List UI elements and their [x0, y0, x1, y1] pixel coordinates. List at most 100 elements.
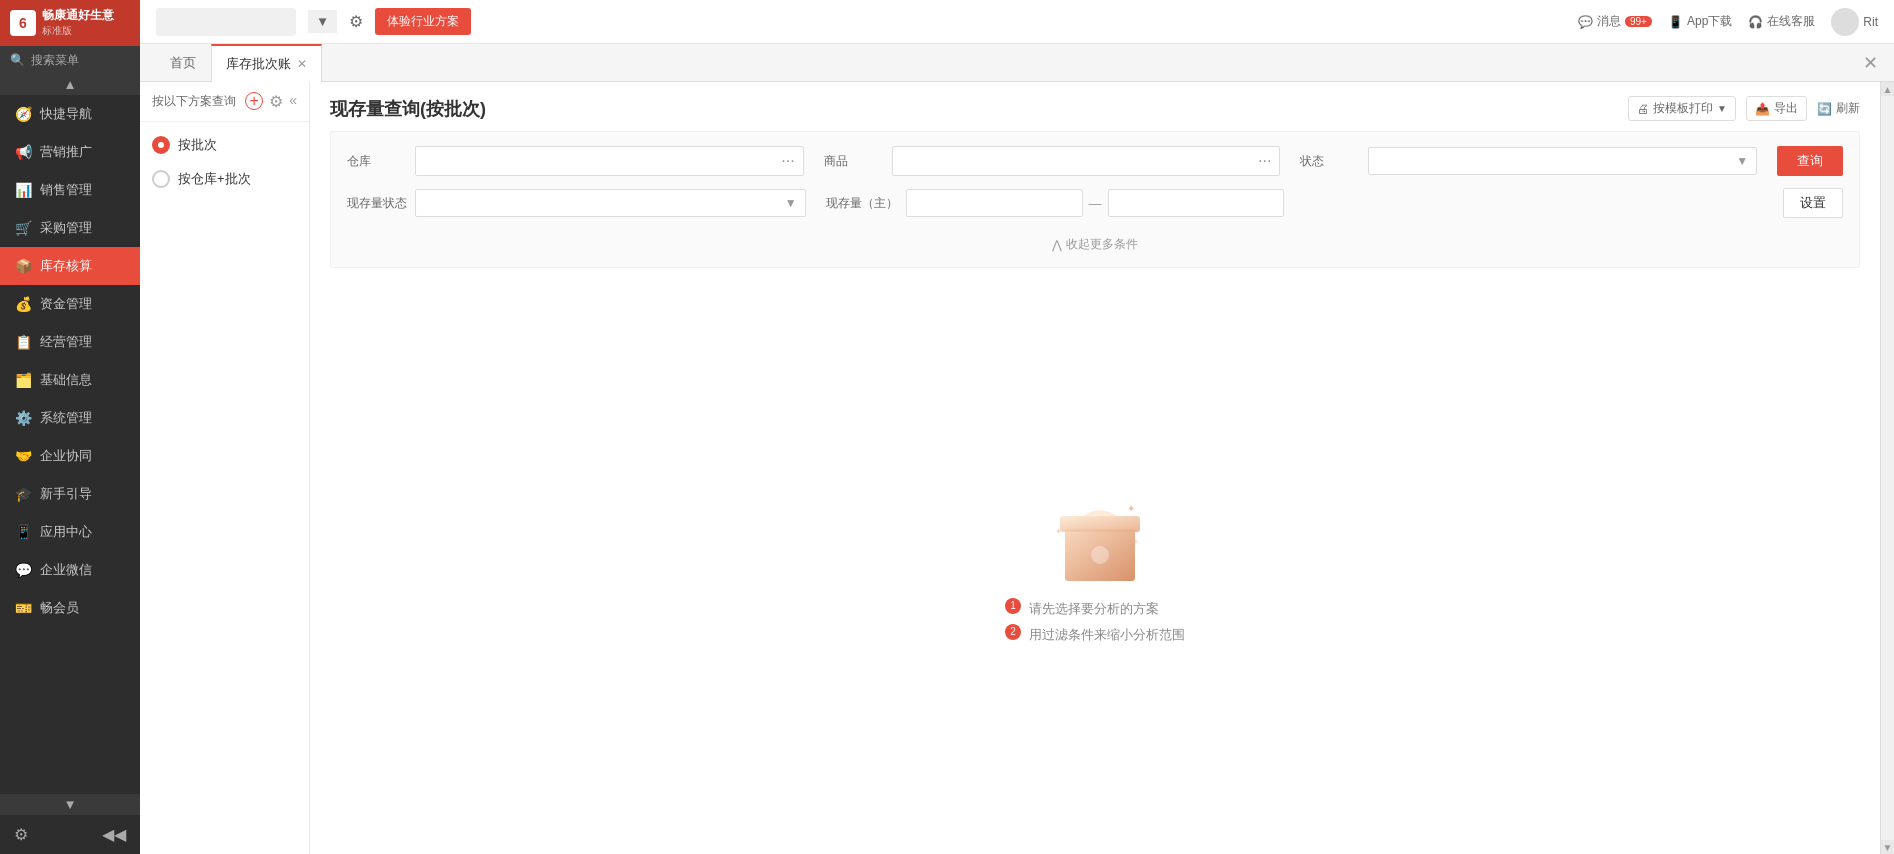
filter-area: 仓库 ··· 商品 ··· 状态: [330, 131, 1860, 268]
status-label: 状态: [1300, 153, 1360, 170]
marketing-icon: 📢: [14, 143, 32, 161]
hint-item-2: 2 用过滤条件来缩小分析范围: [1005, 622, 1185, 648]
collapse-sidebar-btn[interactable]: ◀◀: [102, 825, 126, 844]
tab-batch-ledger-label: 库存批次账: [226, 55, 291, 73]
sidebar-nav: 🧭 快捷导航 📢 营销推广 📊 销售管理 🛒 采购管理 📦 库存核算 💰 资金管…: [0, 95, 140, 794]
content-area: 现存量查询(按批次) 🖨 按模板打印 ▼ 📤 导出 🔄 刷新: [310, 82, 1880, 854]
sidebar-item-label: 基础信息: [40, 371, 92, 389]
inventory-icon: 📦: [14, 257, 32, 275]
settings-btn[interactable]: 设置: [1783, 188, 1843, 218]
tab-batch-ledger[interactable]: 库存批次账 ✕: [211, 44, 322, 82]
sidebar-item-apps[interactable]: 📱 应用中心: [0, 513, 140, 551]
product-filter: 商品 ···: [824, 146, 1281, 176]
sidebar-item-label: 采购管理: [40, 219, 92, 237]
stock-status-chevron-icon: ▼: [785, 196, 797, 210]
sidebar-item-label: 销售管理: [40, 181, 92, 199]
stock-status-label: 现存量状态: [347, 195, 407, 212]
sidebar-item-label: 企业微信: [40, 561, 92, 579]
collapse-icon: ⋀: [1052, 238, 1062, 252]
sidebar-item-label: 营销推广: [40, 143, 92, 161]
sidebar-item-newbie[interactable]: 🎓 新手引导: [0, 475, 140, 513]
sidebar-item-enterprise[interactable]: 🤝 企业协同: [0, 437, 140, 475]
warehouse-filter: 仓库 ···: [347, 146, 804, 176]
empty-illustration: ✦ ✦ ✦: [1045, 484, 1145, 584]
sidebar-item-wechat[interactable]: 💬 企业微信: [0, 551, 140, 589]
export-label: 导出: [1774, 100, 1798, 117]
scheme-list: 按批次 按仓库+批次: [140, 122, 309, 202]
product-input[interactable]: ···: [892, 146, 1281, 176]
right-scrollbar: ▲ ▼: [1880, 82, 1894, 854]
search-menu[interactable]: 🔍 搜索菜单: [0, 46, 140, 75]
export-icon: 📤: [1755, 102, 1770, 116]
topbar-search-input[interactable]: [156, 8, 296, 36]
page-title-actions: 🖨 按模板打印 ▼ 📤 导出 🔄 刷新: [1628, 96, 1860, 121]
sidebar-item-quick-nav[interactable]: 🧭 快捷导航: [0, 95, 140, 133]
left-panel: 按以下方案查询 + ⚙ « 按批次 按仓库+批次: [140, 82, 310, 854]
sidebar-item-sales[interactable]: 📊 销售管理: [0, 171, 140, 209]
user-name: Rit: [1863, 15, 1878, 29]
purchase-icon: 🛒: [14, 219, 32, 237]
scheme-item-warehouse-batch[interactable]: 按仓库+批次: [140, 162, 309, 196]
stock-status-select[interactable]: ▼: [415, 189, 806, 217]
sidebar-item-system[interactable]: ⚙️ 系统管理: [0, 399, 140, 437]
tab-home[interactable]: 首页: [156, 44, 211, 82]
topbar-right: 💬 消息 99+ 📱 App下载 🎧 在线客服 Rit: [1578, 8, 1878, 36]
topbar-gear-icon[interactable]: ⚙: [349, 12, 363, 31]
page-area: 按以下方案查询 + ⚙ « 按批次 按仓库+批次: [140, 82, 1894, 854]
app-download-btn[interactable]: 📱 App下载: [1668, 13, 1732, 30]
status-chevron-icon: ▼: [1736, 154, 1748, 168]
sidebar-item-finance[interactable]: 💰 资金管理: [0, 285, 140, 323]
customer-service-btn[interactable]: 🎧 在线客服: [1748, 13, 1815, 30]
filter-row-1: 仓库 ··· 商品 ··· 状态: [347, 146, 1843, 176]
scroll-up-btn[interactable]: ▲: [0, 75, 140, 95]
scroll-down-btn[interactable]: ▼: [0, 794, 140, 814]
stock-quantity-filter: 现存量（主） —: [826, 189, 1285, 217]
collapse-panel-btn[interactable]: «: [289, 92, 297, 111]
sidebar-item-operations[interactable]: 📋 经营管理: [0, 323, 140, 361]
close-panel-btn[interactable]: ✕: [1863, 52, 1878, 74]
left-panel-header: 按以下方案查询 + ⚙ «: [140, 82, 309, 122]
tab-close-btn[interactable]: ✕: [297, 57, 307, 71]
sidebar-item-basic[interactable]: 🗂️ 基础信息: [0, 361, 140, 399]
scroll-down-arrow[interactable]: ▼: [1881, 840, 1894, 854]
topbar-dropdown-btn[interactable]: ▼: [308, 10, 337, 33]
scheme-item-batch[interactable]: 按批次: [140, 128, 309, 162]
svg-text:✦: ✦: [1127, 503, 1135, 514]
sidebar-item-purchase[interactable]: 🛒 采购管理: [0, 209, 140, 247]
topbar-left: ▼ ⚙ 体验行业方案: [156, 8, 471, 36]
scheme-settings-btn[interactable]: ⚙: [269, 92, 283, 111]
stock-quantity-max-input[interactable]: [1108, 189, 1285, 217]
sidebar-footer: ⚙ ◀◀: [0, 814, 140, 854]
finance-icon: 💰: [14, 295, 32, 313]
sidebar-item-member[interactable]: 🎫 畅会员: [0, 589, 140, 627]
user-avatar[interactable]: Rit: [1831, 8, 1878, 36]
warehouse-input[interactable]: ···: [415, 146, 804, 176]
messages-btn[interactable]: 💬 消息 99+: [1578, 13, 1652, 30]
add-scheme-btn[interactable]: +: [245, 92, 263, 110]
collapse-filter-btn[interactable]: ⋀ 收起更多条件: [347, 230, 1843, 253]
export-btn[interactable]: 📤 导出: [1746, 96, 1807, 121]
stock-quantity-min-input[interactable]: [906, 189, 1083, 217]
print-btn[interactable]: 🖨 按模板打印 ▼: [1628, 96, 1736, 121]
topbar: ▼ ⚙ 体验行业方案 💬 消息 99+ 📱 App下载 🎧 在线客服 Rit: [140, 0, 1894, 44]
sidebar-item-inventory[interactable]: 📦 库存核算: [0, 247, 140, 285]
scroll-up-arrow[interactable]: ▲: [1881, 82, 1894, 96]
print-label: 按模板打印: [1653, 100, 1713, 117]
query-btn[interactable]: 查询: [1777, 146, 1843, 176]
quick-nav-icon: 🧭: [14, 105, 32, 123]
refresh-btn[interactable]: 🔄 刷新: [1817, 100, 1860, 117]
product-dots-icon: ···: [1258, 152, 1271, 170]
experience-btn[interactable]: 体验行业方案: [375, 8, 471, 35]
headset-icon: 🎧: [1748, 15, 1763, 29]
search-icon: 🔍: [10, 53, 25, 67]
sidebar-item-label: 畅会员: [40, 599, 79, 617]
main-area: ▼ ⚙ 体验行业方案 💬 消息 99+ 📱 App下载 🎧 在线客服 Rit: [140, 0, 1894, 854]
sidebar-item-label: 系统管理: [40, 409, 92, 427]
tabbar: 首页 库存批次账 ✕ ✕: [140, 44, 1894, 82]
sidebar-item-label: 经营管理: [40, 333, 92, 351]
settings-footer-btn[interactable]: ⚙: [14, 825, 28, 844]
status-select[interactable]: ▼: [1368, 147, 1757, 175]
sidebar-item-marketing[interactable]: 📢 营销推广: [0, 133, 140, 171]
scroll-track: [1881, 96, 1894, 840]
newbie-icon: 🎓: [14, 485, 32, 503]
